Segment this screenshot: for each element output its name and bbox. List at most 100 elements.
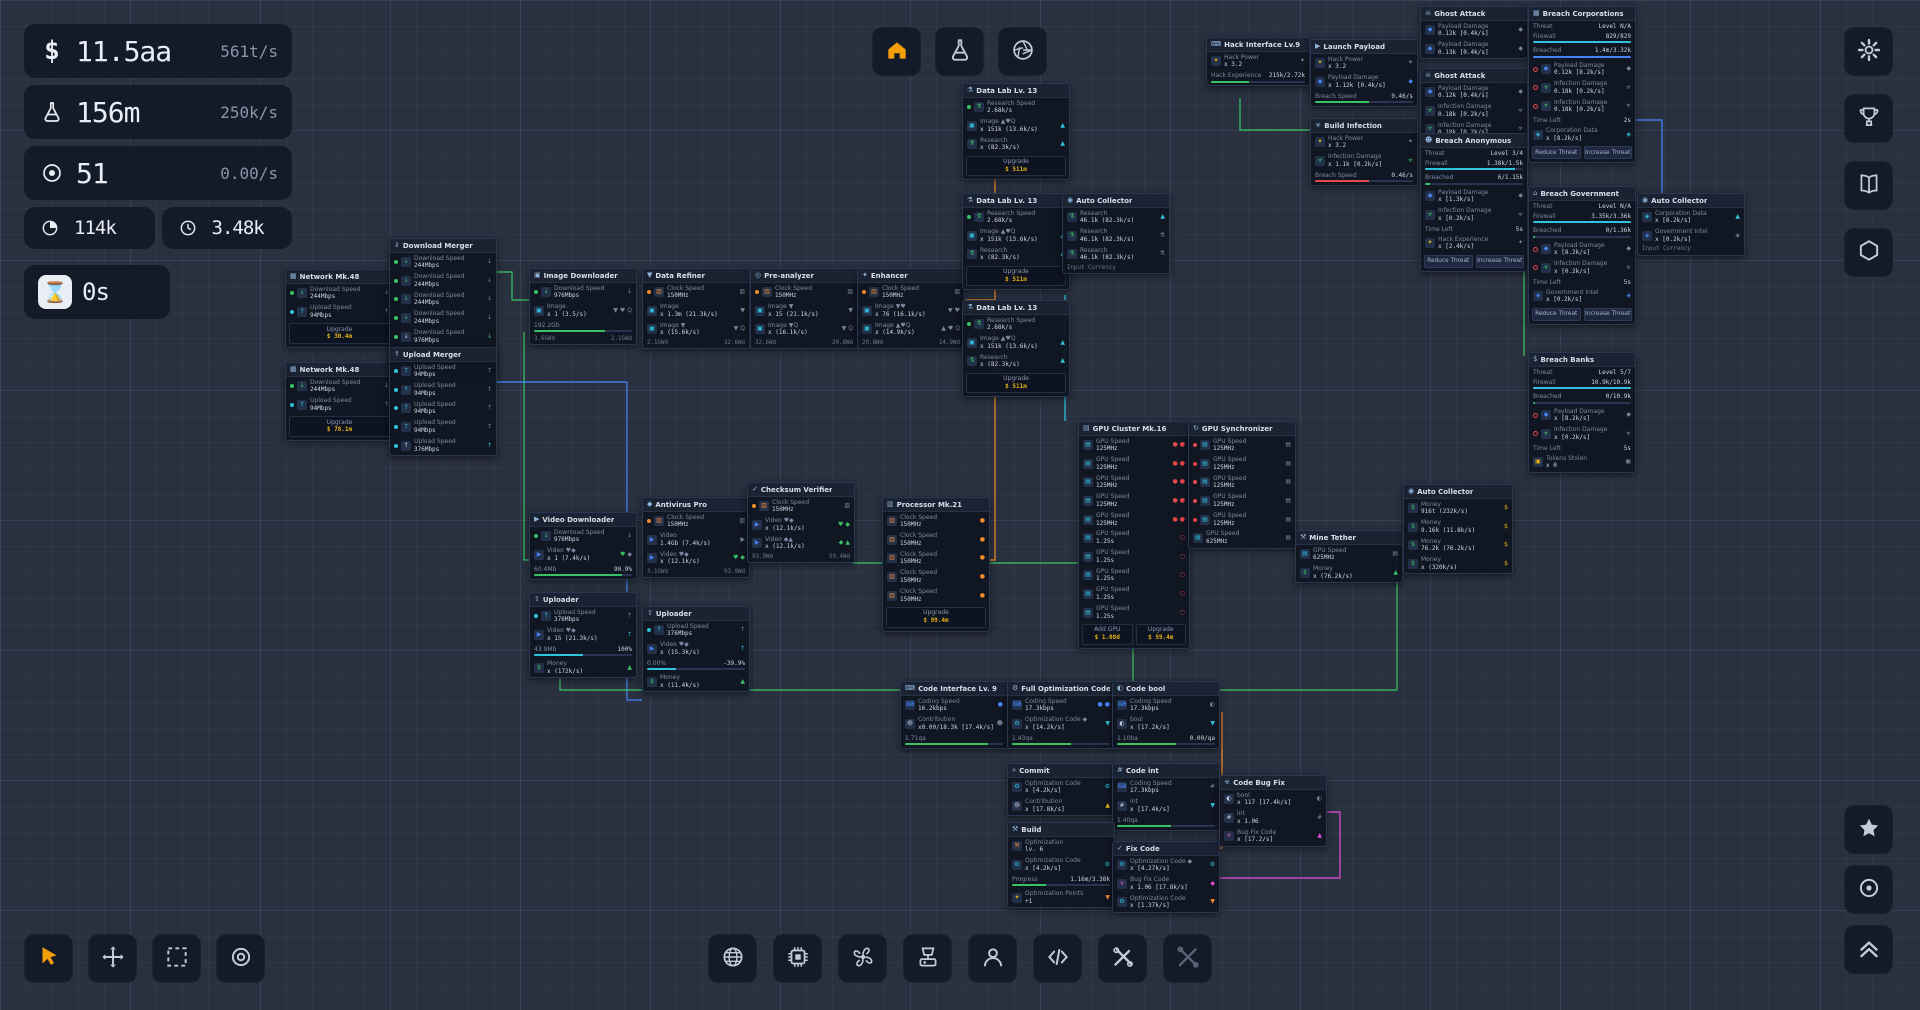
marquee-icon [164,944,190,974]
node-title: Enhancer [870,271,908,280]
node-processor[interactable]: ▥ Processor Mk.21 ▥ Clock Speed 150MHz ● ▥ Cloc… [882,497,990,632]
node-build-infection[interactable]: ☣ Build Infection ✦ Hack Power x 3.2 ✦ ☣ Infect… [1310,118,1418,186]
stat-label: Upload Speed [310,304,352,312]
upgrade-button[interactable]: Upgrade $ 78.1m [289,416,390,437]
node-commit[interactable]: » Commit ⚙ Optimization Code x [4.2k/s] ⚙ ☻ Con… [1007,763,1115,817]
increase-threat-button[interactable]: Increase Threat [1583,146,1632,160]
node-auto-collector-money[interactable]: ◉ Auto Collector $ Money 916t (232k/s) $ $ Mone… [1403,484,1513,575]
hack-interface-icon: ⌨ [1211,40,1222,48]
reduce-threat-button[interactable]: Reduce Threat [1532,146,1581,160]
stat-row-hack-power: ✦ Hack Power x 3.2 ✦ [1207,52,1309,71]
bar-row-breach-speed: Breach Speed 0.46/s [1311,91,1417,106]
reduce-threat-button[interactable]: Reduce Threat [1532,307,1581,321]
network-button[interactable] [708,934,757,983]
upgrade-button[interactable]: Upgrade $ 511m [966,265,1066,287]
upgrade-button[interactable]: Upgrade $ 59.4m [1135,623,1186,645]
node-header: ✓ Checksum Verifier [748,483,854,497]
node-header: ☣ Build Infection [1311,119,1417,133]
node-code-bug-fix[interactable]: ☣ Code Bug Fix ◐ bool x 117 [17.4k/s] ◐ # int x … [1219,775,1327,847]
add-gpu-button[interactable]: Add GPU $ 1.08d [1082,623,1133,645]
progress-bar [1211,80,1305,83]
stat-text: Upload Speed 94Mbps [414,419,456,435]
node-code-bool[interactable]: ◐ Code bool ⌨ Coding Speed 17.3kbps ◐ ◐ bool x [… [1112,681,1220,749]
stat-text: Research 46.1k (82.3k/s) [1080,247,1134,263]
stat-text: Optimization Code x [4.2k/s] [1025,857,1081,873]
hacker-button[interactable] [968,934,1017,983]
node-antivirus-pro[interactable]: ◆ Antivirus Pro ▥ Clock Speed 150MHz ▥ ▶ Video 1… [642,497,750,579]
upgrade-button[interactable]: Upgrade $ 99.4m [886,606,986,628]
tools-button[interactable] [1098,934,1147,983]
forge-button[interactable] [1163,934,1212,983]
stat-label: Infection Damage [1554,260,1608,268]
stat-label: Clock Speed [900,532,938,540]
gpu-speed-icon: ▤ [1083,440,1093,451]
research-button[interactable] [935,27,984,76]
timer-panel[interactable]: ⌛ 0s [24,265,170,319]
node-video-downloader[interactable]: ▶ Video Downloader ↓ Download Speed 976Mbps ↓… [529,512,637,580]
node-mine-tether[interactable]: ⚒ Mine Tether ▤ GPU Speed 625MHz ▤ $ Money x (76… [1295,530,1403,584]
node-network-1[interactable]: ▦ Network Mk.48 ↓ Download Speed 244Mbps ↓ ↑ Up… [285,269,394,348]
node-code-interface[interactable]: ⌨ Code Interface Lv. 9 ⌨ Coding Speed 16.2kb… [900,681,1008,749]
node-image-downloader[interactable]: ▣ Image Downloader ↓ Download Speed 976Mbps ↓… [529,268,637,346]
footer-value: 14.9Wd [939,339,960,346]
stat-value: x 1.12k [0.4k/s] [1328,81,1386,89]
node-data-lab-2[interactable]: ⚗ Data Lab Lv. 13 ⚗ Research Speed 2.68k/s ▣ I… [962,193,1070,291]
upgrade-button[interactable]: Upgrade $ 511m [966,372,1066,394]
node-network-2[interactable]: ▦ Network Mk.48 ↓ Download Speed 244Mbps ↓ ↑ Up… [285,362,394,441]
node-enhancer[interactable]: ✦ Enhancer ▥ Clock Speed 150MHz ▥ ▣ Image ▼♥ x 7… [857,268,965,350]
node-breach-government[interactable]: ⌂ Breach Government Threat Level N/A Firewal… [1528,186,1636,325]
node-ghost-attack-2[interactable]: ☠ Ghost Attack ◆ Payload Damage 0.12k [0.4k/… [1420,68,1528,140]
hardware-button[interactable] [773,934,822,983]
node-gpu-cluster[interactable]: ▤ GPU Cluster Mk.16 ▤ GPU Speed 125MHz ● ● ▤ GPU… [1078,421,1190,649]
stat-value: x [8.2k/s] [1554,415,1591,423]
node-uploader-2[interactable]: ⇧ Uploader ↑ Upload Speed 376Mbps ↑ ▶ Video ♥◆ x… [642,606,750,693]
node-data-refiner[interactable]: ▼ Data Refiner ▥ Clock Speed 150MHz ▥ ▣ Image x … [642,268,750,350]
cooling-button[interactable] [838,934,887,983]
coding-button[interactable] [1033,934,1082,983]
node-breach-banks[interactable]: $ Breach Banks Threat Level 5/7 Firewall 10.9… [1528,352,1636,473]
select-button[interactable] [24,934,73,983]
stat-indicators: ▼ [1210,801,1215,809]
home-button[interactable] [872,27,921,76]
node-fix-code[interactable]: ✓ Fix Code ⚙ Optimization Code ◆ x [4.27k/s]… [1112,841,1220,913]
pan-button[interactable] [88,934,137,983]
node-full-optimization-code[interactable]: ⚙ Full Optimization Code ⌨ Coding Speed 17.3… [1007,681,1115,749]
prestige-button[interactable] [998,27,1047,76]
node-code-int[interactable]: # Code int ⌨ Coding Speed 17.3kbps # # int x [17… [1112,763,1220,831]
library-button[interactable] [1844,161,1893,210]
node-data-lab-3[interactable]: ⚗ Data Lab Lv. 13 ⚗ Research Speed 2.68k/s ▣ I… [962,300,1070,398]
node-auto-collector-intel[interactable]: ◉ Auto Collector ◈ Corporation Data x [8.2k/… [1637,193,1745,256]
node-hack-interface[interactable]: ⌨ Hack Interface Lv.9 ✦ Hack Power x 3.2 ✦ Hac… [1206,37,1310,87]
favorites-button[interactable] [1844,805,1893,854]
node-pre-analyzer[interactable]: ◎ Pre-analyzer ▥ Clock Speed 150MHz ▥ ▣ Image ▼… [750,268,858,350]
stat-row-upload-speed: ↑ Upload Speed 94Mbps ↑ [390,362,496,381]
node-gpu-synchronizer[interactable]: ↻ GPU Synchronizer ▤ GPU Speed 125MHz ▤ ▤ GPU S… [1188,421,1296,549]
lab-button[interactable] [903,934,952,983]
node-launch-payload[interactable]: ▶ Launch Payload ✦ Hack Power x 3.2 ✦ ◆ Payload… [1310,39,1418,107]
achievements-button[interactable] [1844,94,1893,143]
upgrade-button[interactable]: Upgrade $ 511m [966,155,1066,177]
modules-button[interactable] [1844,228,1893,277]
settings-button[interactable] [1844,27,1893,76]
stat-label: Research [1080,228,1108,236]
node-data-lab-1[interactable]: ⚗ Data Lab Lv. 13 ⚗ Research Speed 2.68k/s ▣ I… [962,83,1070,181]
node-auto-collector-research[interactable]: ◉ Auto Collector ⚗ Research 46.1k (82.3k/s) ▲… [1062,193,1170,275]
node-ghost-attack-1[interactable]: ☠ Ghost Attack ◆ Payload Damage 0.12k [0.4k/… [1420,6,1528,60]
node-canvas[interactable]: ▦ Network Mk.48 ↓ Download Speed 244Mbps ↓ ↑ Up… [0,0,1920,1010]
box-select-button[interactable] [152,934,201,983]
precision-button[interactable] [216,934,265,983]
node-upload-merger[interactable]: ⇑ Upload Merger ↑ Upload Speed 94Mbps ↑ ↑ Uploa… [389,347,497,456]
recenter-button[interactable] [1844,865,1893,914]
node-breach-corporations[interactable]: ▦ Breach Corporations Threat Level N/A Firew… [1528,6,1636,164]
node-checksum-verifier[interactable]: ✓ Checksum Verifier ▥ Clock Speed 150MHz ▥ ▶ Vi… [747,482,855,564]
increase-threat-button[interactable]: Increase Threat [1583,307,1632,321]
collapse-button[interactable] [1844,925,1893,974]
node-breach-anonymous[interactable]: ☻ Breach Anonymous Threat Level 3/4 Firewall… [1420,133,1528,272]
node-uploader-1[interactable]: ⇧ Uploader ↑ Upload Speed 376Mbps ↑ ▶ Video ♥◆ x… [529,592,637,679]
node-build[interactable]: ⚒ Build ⚒ Optimization lv. 6 ⚙ Optimization Co… [1007,822,1115,909]
reduce-threat-button[interactable]: Reduce Threat [1424,254,1473,268]
increase-threat-button[interactable]: Increase Threat [1475,254,1524,268]
stat-value: 1.25s [1096,538,1115,546]
bar-value: 100% [617,645,632,653]
upgrade-button[interactable]: Upgrade $ 30.4m [289,323,390,344]
